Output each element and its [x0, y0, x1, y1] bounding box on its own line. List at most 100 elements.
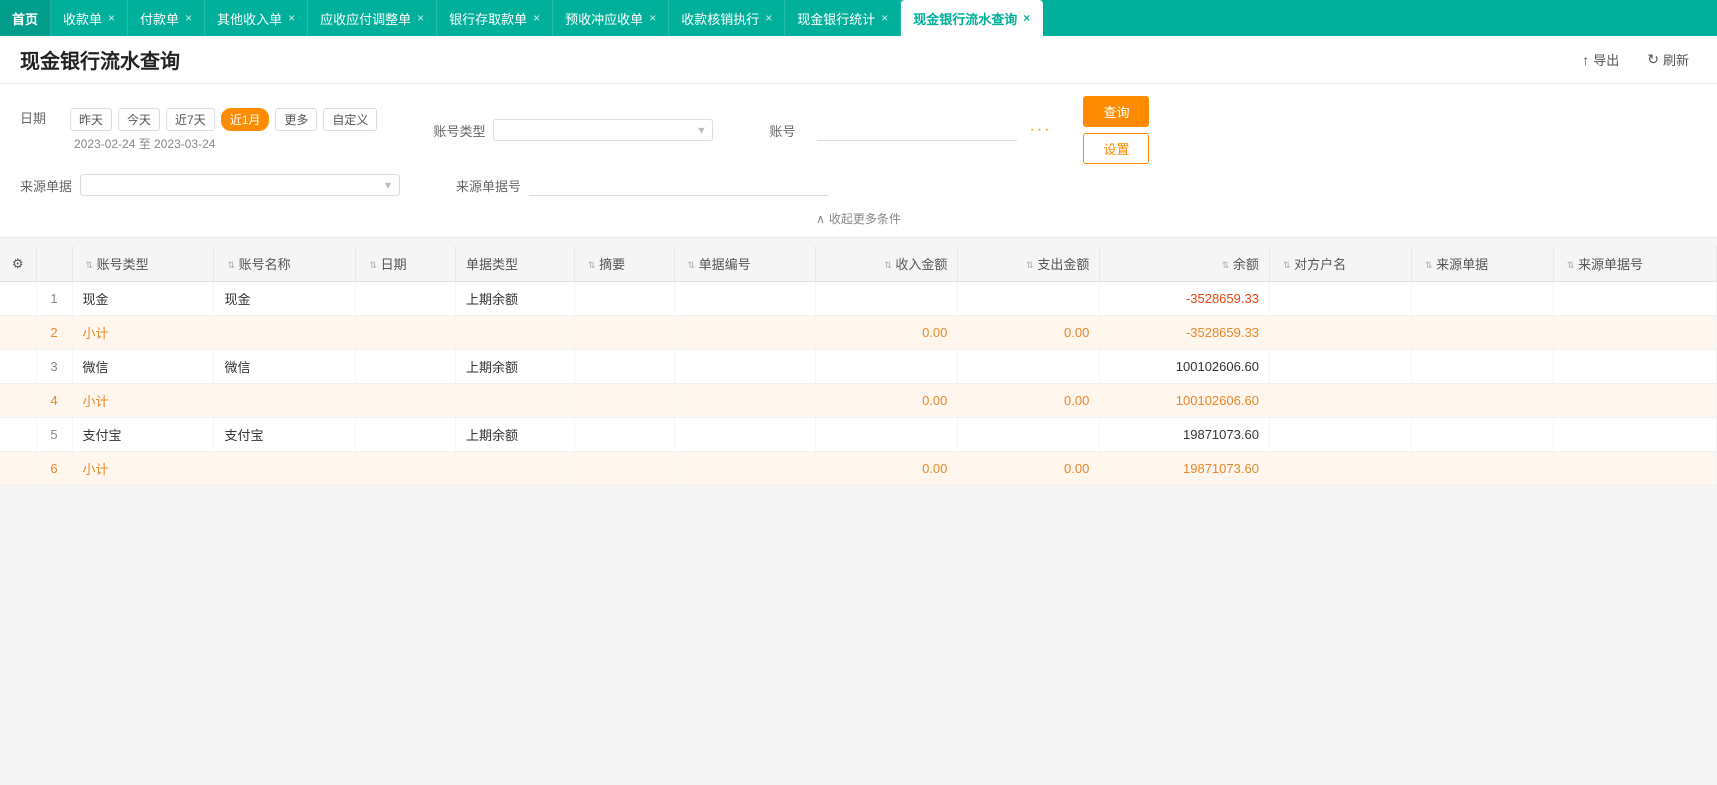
collapse-bar[interactable]: ∧ 收起更多条件	[20, 206, 1697, 229]
cell-rownum: 2	[36, 316, 72, 350]
nav-close-payment[interactable]: ×	[185, 11, 192, 25]
table-row[interactable]: 1现金现金上期余额-3528659.33	[0, 282, 1717, 316]
page-header: 现金银行流水查询 ↑ 导出 ↻ 刷新	[0, 36, 1717, 84]
nav-item-write-off[interactable]: 收款核销执行 ×	[669, 0, 785, 36]
nav-item-ar-ap-adjust[interactable]: 应收应付调整单 ×	[308, 0, 437, 36]
cell-summary	[574, 316, 674, 350]
cell-doc-num	[674, 316, 816, 350]
nav-item-home[interactable]: 首页	[0, 0, 51, 36]
cell-balance: -3528659.33	[1100, 316, 1270, 350]
settings-button[interactable]: 设置	[1083, 133, 1149, 164]
date-btn-1month[interactable]: 近1月	[221, 108, 270, 131]
filter-row-2: 来源单据 ▾ 来源单据号	[20, 174, 1697, 196]
nav-item-bank-deposit[interactable]: 银行存取款单 ×	[437, 0, 553, 36]
table-row[interactable]: 3微信微信上期余额100102606.60	[0, 350, 1717, 384]
cell-account-name	[214, 384, 356, 418]
th-source-doc[interactable]: ⇅ 来源单据	[1411, 246, 1553, 282]
th-account-name[interactable]: ⇅ 账号名称	[214, 246, 356, 282]
th-account-type[interactable]: ⇅ 账号类型	[72, 246, 214, 282]
account-input[interactable]	[817, 119, 1017, 141]
account-filter: 账号 ···	[769, 119, 1055, 141]
date-btn-yesterday[interactable]: 昨天	[70, 108, 112, 131]
nav-close-receipt[interactable]: ×	[108, 11, 115, 25]
nav-close-prepay-offset[interactable]: ×	[649, 11, 656, 25]
date-btn-7days[interactable]: 近7天	[166, 108, 215, 131]
th-counterpart[interactable]: ⇅ 对方户名	[1269, 246, 1411, 282]
sort-icon-account-type: ⇅	[86, 261, 94, 270]
date-btn-today[interactable]: 今天	[118, 108, 160, 131]
date-btn-more[interactable]: 更多	[275, 108, 317, 131]
nav-label-receipt: 收款单	[63, 9, 102, 28]
cell-account-name: 现金	[214, 282, 356, 316]
cell-rownum: 3	[36, 350, 72, 384]
table-row[interactable]: 2小计0.000.00-3528659.33	[0, 316, 1717, 350]
table-row[interactable]: 4小计0.000.00100102606.60	[0, 384, 1717, 418]
table-row[interactable]: 5支付宝支付宝上期余额19871073.60	[0, 418, 1717, 452]
chevron-down-icon-2: ▾	[385, 178, 391, 192]
sort-icon-balance: ⇅	[1222, 261, 1230, 270]
export-button[interactable]: ↑ 导出	[1574, 46, 1627, 73]
date-btn-custom[interactable]: 自定义	[323, 108, 377, 131]
nav-close-bank-deposit[interactable]: ×	[533, 11, 540, 25]
th-settings[interactable]: ⚙	[0, 246, 36, 282]
cell-rownum: 6	[36, 452, 72, 486]
nav-item-prepay-offset[interactable]: 预收冲应收单 ×	[553, 0, 669, 36]
nav-close-cash-bank-flow[interactable]: ×	[1023, 11, 1030, 25]
nav-item-cash-bank-stat[interactable]: 现金银行统计 ×	[785, 0, 901, 36]
table-body: 1现金现金上期余额-3528659.332小计0.000.00-3528659.…	[0, 282, 1717, 486]
nav-label-cash-bank-stat: 现金银行统计	[797, 9, 875, 28]
filter-row-1: 日期 昨天 今天 近7天 近1月 更多 自定义 2023-02-24 至 202…	[20, 96, 1697, 164]
nav-item-receipt[interactable]: 收款单 ×	[51, 0, 128, 36]
account-type-select[interactable]: ▾	[493, 119, 713, 141]
cell-expense: 0.00	[958, 316, 1100, 350]
nav-item-other-income[interactable]: 其他收入单 ×	[205, 0, 308, 36]
source-doc-num-filter: 来源单据号	[456, 174, 829, 196]
cell-settings	[0, 418, 36, 452]
query-button[interactable]: 查询	[1083, 96, 1149, 127]
cell-summary	[574, 350, 674, 384]
nav-item-payment[interactable]: 付款单 ×	[128, 0, 205, 36]
th-doc-num[interactable]: ⇅ 单据编号	[674, 246, 816, 282]
cell-income	[816, 350, 958, 384]
cell-income: 0.00	[816, 452, 958, 486]
nav-close-other-income[interactable]: ×	[288, 11, 295, 25]
export-label: 导出	[1593, 50, 1619, 69]
account-type-label: 账号类型	[433, 121, 485, 140]
cell-balance: 100102606.60	[1100, 384, 1270, 418]
cell-doc-type	[456, 316, 575, 350]
nav-label-other-income: 其他收入单	[217, 9, 282, 28]
sort-icon-counterpart: ⇅	[1283, 261, 1291, 270]
settings-icon[interactable]: ⚙	[12, 256, 24, 271]
cell-account-type: 小计	[72, 316, 214, 350]
th-expense[interactable]: ⇅ 支出金额	[958, 246, 1100, 282]
source-doc-select[interactable]: ▾	[80, 174, 400, 196]
cell-date	[356, 282, 456, 316]
nav-close-cash-bank-stat[interactable]: ×	[881, 11, 888, 25]
cell-expense: 0.00	[958, 384, 1100, 418]
data-table: ⚙ ⇅ 账号类型 ⇅ 账号名称 ⇅ 日期 单据类型	[0, 246, 1717, 486]
cell-doc-num	[674, 452, 816, 486]
sort-icon-source-doc-num: ⇅	[1567, 261, 1575, 270]
th-rownum	[36, 246, 72, 282]
cell-source-doc	[1411, 384, 1553, 418]
source-doc-num-input[interactable]	[529, 174, 829, 196]
th-source-doc-num[interactable]: ⇅ 来源单据号	[1553, 246, 1716, 282]
more-options-icon[interactable]: ···	[1025, 121, 1055, 139]
nav-item-cash-bank-flow[interactable]: 现金银行流水查询 ×	[901, 0, 1043, 36]
th-date[interactable]: ⇅ 日期	[356, 246, 456, 282]
top-navigation: 首页 收款单 × 付款单 × 其他收入单 × 应收应付调整单 × 银行存取款单 …	[0, 0, 1717, 36]
cell-counterpart	[1269, 418, 1411, 452]
th-income[interactable]: ⇅ 收入金额	[816, 246, 958, 282]
cell-expense	[958, 418, 1100, 452]
cell-source-doc	[1411, 350, 1553, 384]
cell-doc-type	[456, 384, 575, 418]
cell-date	[356, 418, 456, 452]
th-balance[interactable]: ⇅ 余额	[1100, 246, 1270, 282]
cell-settings	[0, 384, 36, 418]
nav-close-ar-ap-adjust[interactable]: ×	[417, 11, 424, 25]
nav-close-write-off[interactable]: ×	[765, 11, 772, 25]
cell-counterpart	[1269, 452, 1411, 486]
th-summary[interactable]: ⇅ 摘要	[574, 246, 674, 282]
refresh-button[interactable]: ↻ 刷新	[1639, 46, 1697, 73]
table-row[interactable]: 6小计0.000.0019871073.60	[0, 452, 1717, 486]
